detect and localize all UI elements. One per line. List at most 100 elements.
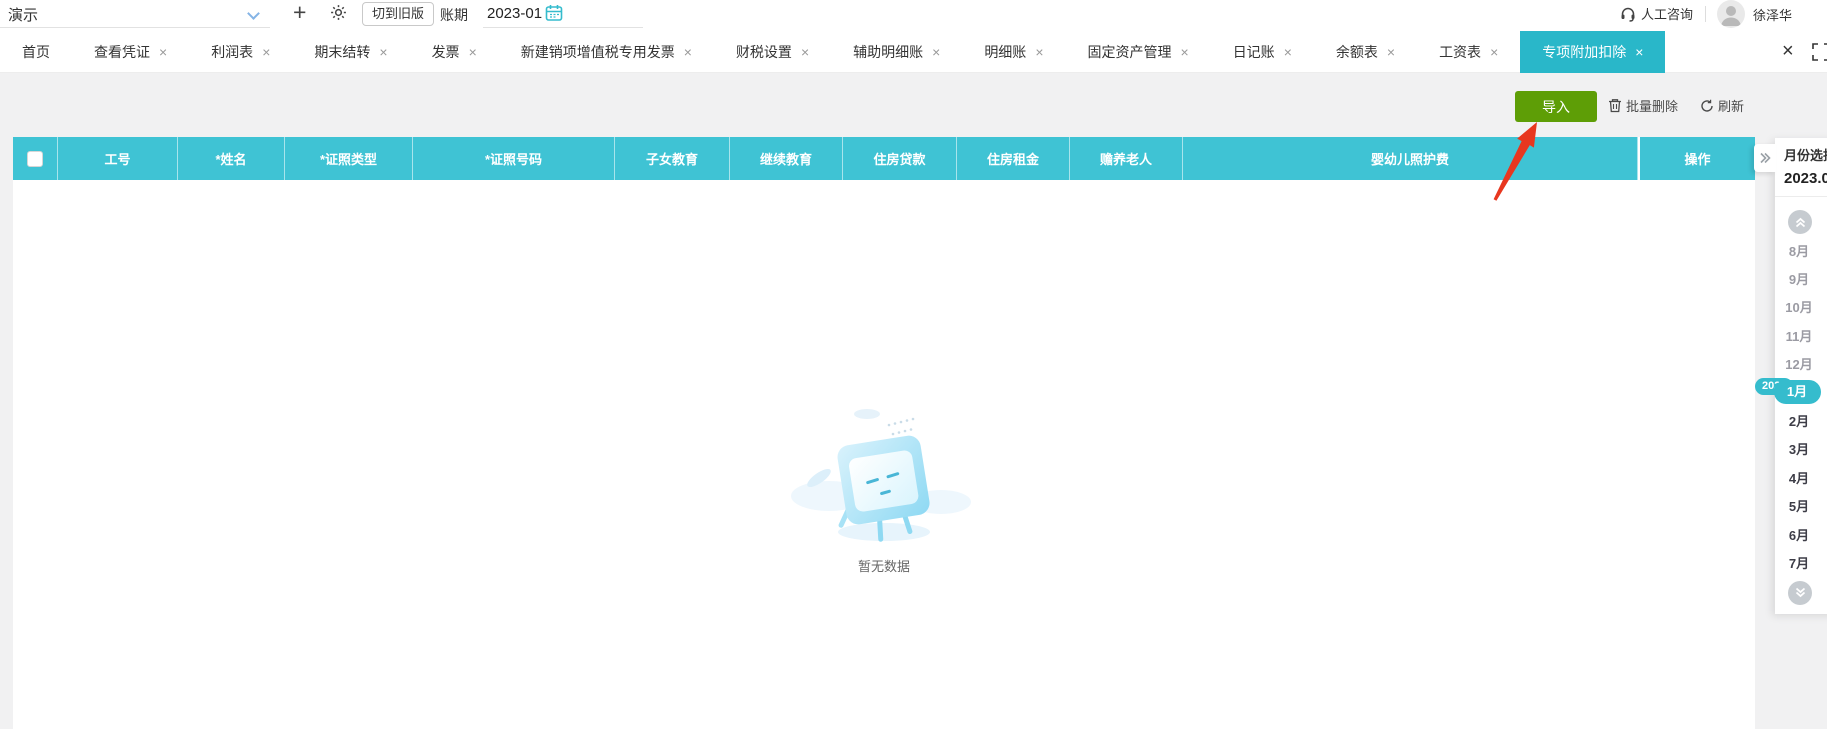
tab-label: 期末结转 bbox=[314, 44, 371, 60]
support-link[interactable]: 人工咨询 bbox=[1620, 4, 1693, 23]
panel-collapse-button[interactable] bbox=[1754, 144, 1776, 172]
month-item-10[interactable]: 6月 bbox=[1775, 520, 1823, 548]
tab-8[interactable]: 明细账 × bbox=[962, 31, 1065, 73]
tab-close-icon[interactable]: × bbox=[1635, 45, 1643, 59]
tab-close-icon[interactable]: × bbox=[1181, 45, 1189, 59]
tab-11[interactable]: 余额表 × bbox=[1314, 31, 1417, 73]
selected-month-pill[interactable]: 1月 bbox=[1773, 380, 1821, 405]
account-name: 演示 bbox=[8, 7, 39, 24]
tab-label: 固定资产管理 bbox=[1087, 44, 1172, 60]
tab-label: 辅助明细账 bbox=[853, 44, 924, 60]
month-selector-panel: 月份选择 2023.0 8月9月10月11月12月20231月2月3月4月5月6… bbox=[1754, 138, 1827, 614]
gear-icon[interactable] bbox=[329, 3, 348, 22]
tab-6[interactable]: 财税设置 × bbox=[714, 31, 831, 73]
tab-10[interactable]: 日记账 × bbox=[1211, 31, 1314, 73]
month-item-6[interactable]: 2月 bbox=[1775, 406, 1823, 434]
tab-4[interactable]: 发票 × bbox=[410, 31, 499, 73]
tab-label: 日记账 bbox=[1232, 44, 1275, 60]
column-header-8: 赡养老人 bbox=[1070, 137, 1183, 180]
select-all-cell bbox=[13, 137, 58, 180]
batch-delete-label: 批量删除 bbox=[1626, 99, 1679, 114]
month-item-3[interactable]: 11月 bbox=[1775, 321, 1823, 349]
new-tab-plus-button[interactable]: + bbox=[293, 0, 306, 26]
scroll-up-button[interactable] bbox=[1788, 210, 1812, 234]
column-header-5: 继续教育 bbox=[730, 137, 843, 180]
table-body: 暂无数据 bbox=[13, 180, 1755, 729]
tab-close-icon[interactable]: × bbox=[469, 45, 477, 59]
tab-5[interactable]: 新建销项增值税专用发票 × bbox=[499, 31, 714, 73]
tab-label: 发票 bbox=[431, 44, 460, 60]
fullscreen-expand-icon[interactable] bbox=[1812, 43, 1827, 61]
month-list: 8月9月10月11月12月20231月2月3月4月5月6月7月 bbox=[1755, 236, 1827, 577]
tab-label: 首页 bbox=[22, 44, 50, 60]
import-button[interactable]: 导入 bbox=[1515, 91, 1597, 122]
column-header-7: 住房租金 bbox=[957, 137, 1070, 180]
period-value: 2023-01 bbox=[487, 5, 543, 22]
tab-close-icon[interactable]: × bbox=[1490, 45, 1498, 59]
month-item-9[interactable]: 5月 bbox=[1775, 492, 1823, 520]
tab-2[interactable]: 利润表 × bbox=[189, 31, 292, 73]
close-all-tabs-icon[interactable]: × bbox=[1782, 40, 1794, 63]
refresh-label: 刷新 bbox=[1718, 99, 1745, 114]
tab-7[interactable]: 辅助明细账 × bbox=[831, 31, 962, 73]
month-panel-title: 月份选择 bbox=[1784, 148, 1827, 163]
tab-label: 工资表 bbox=[1439, 44, 1482, 60]
period-label: 账期 bbox=[440, 7, 468, 23]
tab-0[interactable]: 首页 bbox=[0, 31, 72, 73]
refresh-icon bbox=[1700, 99, 1714, 113]
column-header-0: 工号 bbox=[58, 137, 178, 180]
tab-close-icon[interactable]: × bbox=[684, 45, 692, 59]
period-field[interactable]: 2023-01 bbox=[483, 0, 643, 28]
tab-close-icon[interactable]: × bbox=[1387, 45, 1395, 59]
switch-old-version-button[interactable]: 切到旧版 bbox=[362, 2, 435, 26]
headset-icon bbox=[1620, 6, 1636, 22]
batch-delete-button[interactable]: 批量删除 bbox=[1608, 96, 1678, 115]
tab-close-icon[interactable]: × bbox=[159, 45, 167, 59]
tab-close-icon[interactable]: × bbox=[932, 45, 940, 59]
account-select[interactable]: 演示 bbox=[0, 0, 270, 28]
month-item-7[interactable]: 3月 bbox=[1775, 435, 1823, 463]
tab-12[interactable]: 工资表 × bbox=[1417, 31, 1520, 73]
month-item-0[interactable]: 8月 bbox=[1775, 236, 1823, 264]
month-item-4[interactable]: 12月 bbox=[1775, 350, 1823, 378]
tab-close-icon[interactable]: × bbox=[801, 45, 809, 59]
scroll-down-button[interactable] bbox=[1788, 580, 1812, 605]
column-header-1: *姓名 bbox=[178, 137, 285, 180]
month-item-1[interactable]: 9月 bbox=[1775, 264, 1823, 292]
month-item-5[interactable]: 20231月 bbox=[1755, 377, 1823, 406]
topbar-divider bbox=[1705, 6, 1706, 22]
table-header-row: 工号 *姓名 *证照类型 *证照号码 子女教育 继续教育 住房贷款 住房租金 赡养老人 婴幼儿照护… bbox=[13, 137, 1755, 180]
month-item-2[interactable]: 10月 bbox=[1775, 293, 1823, 321]
refresh-button[interactable]: 刷新 bbox=[1700, 96, 1744, 115]
tab-label: 利润表 bbox=[211, 44, 254, 60]
column-header-10: 操作 bbox=[1638, 137, 1755, 180]
tab-close-icon[interactable]: × bbox=[1035, 45, 1043, 59]
tab-label: 财税设置 bbox=[735, 44, 792, 60]
month-panel-year-value[interactable]: 2023.0 bbox=[1775, 164, 1827, 187]
user-avatar[interactable] bbox=[1717, 0, 1745, 28]
column-header-4: 子女教育 bbox=[615, 137, 730, 180]
calendar-icon[interactable] bbox=[545, 4, 563, 22]
tab-13[interactable]: 专项附加扣除 × bbox=[1520, 31, 1666, 73]
panel-divider bbox=[1775, 196, 1827, 197]
user-name[interactable]: 徐泽华 bbox=[1753, 5, 1792, 24]
tab-label: 专项附加扣除 bbox=[1542, 44, 1627, 60]
tab-9[interactable]: 固定资产管理 × bbox=[1066, 31, 1211, 73]
column-header-9: 婴幼儿照护费 bbox=[1183, 137, 1638, 180]
tab-close-icon[interactable]: × bbox=[1284, 45, 1292, 59]
column-header-6: 住房贷款 bbox=[843, 137, 957, 180]
empty-state: 暂无数据 bbox=[789, 398, 979, 575]
select-all-checkbox[interactable] bbox=[27, 150, 43, 167]
tab-1[interactable]: 查看凭证 × bbox=[72, 31, 189, 73]
tab-3[interactable]: 期末结转 × bbox=[292, 31, 409, 73]
column-header-2: *证照类型 bbox=[285, 137, 413, 180]
column-header-3: *证照号码 bbox=[413, 137, 615, 180]
tab-close-icon[interactable]: × bbox=[262, 45, 270, 59]
tab-label: 新建销项增值税专用发票 bbox=[520, 44, 675, 60]
top-bar: 演示 + 切到旧版 账期 2023-01 人工咨询 徐泽华 bbox=[0, 0, 1827, 31]
tab-bar: 首页 查看凭证 × 利润表 × 期末结转 × 发票 × 新建销项增值税专用发票 × 财税设置 × 辅助明细… bbox=[0, 31, 1827, 73]
month-item-11[interactable]: 7月 bbox=[1775, 548, 1823, 576]
empty-text: 暂无数据 bbox=[857, 559, 910, 574]
tab-close-icon[interactable]: × bbox=[379, 45, 387, 59]
month-item-8[interactable]: 4月 bbox=[1775, 463, 1823, 491]
